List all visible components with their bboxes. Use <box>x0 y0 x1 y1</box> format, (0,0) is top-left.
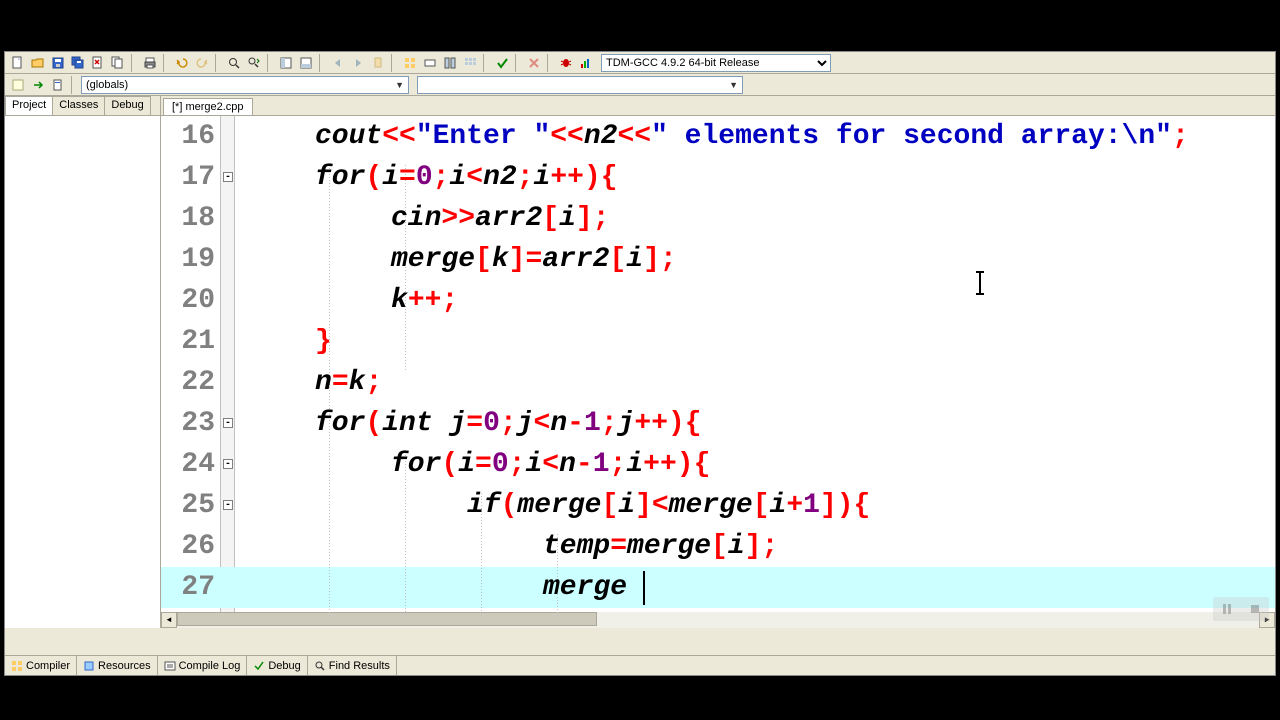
status-bar: Compiler Resources Compile Log Debug Fin… <box>5 655 1275 675</box>
code-content: temp=merge[i]; <box>221 531 778 562</box>
find-button[interactable] <box>225 54 243 72</box>
debug-button[interactable] <box>557 54 575 72</box>
recording-overlay <box>1213 597 1269 621</box>
code-content: for(i=0;i<n-1;i++){ <box>221 449 710 480</box>
status-compiler[interactable]: Compiler <box>5 656 77 675</box>
fold-toggle[interactable]: - <box>223 418 233 428</box>
scrollbar-thumb[interactable] <box>177 612 597 626</box>
function-selector[interactable]: ▼ <box>417 76 743 94</box>
code-line[interactable]: 20k++; <box>161 280 1275 321</box>
undo-button[interactable] <box>173 54 191 72</box>
replace-button[interactable] <box>245 54 263 72</box>
code-content: for(int j=0;j<n-1;j++){ <box>221 408 702 439</box>
tab-classes[interactable]: Classes <box>52 96 105 115</box>
toggle-panel2-button[interactable] <box>297 54 315 72</box>
save-all-button[interactable] <box>69 54 87 72</box>
editor-area: [*] merge2.cpp ◄ ► 16cout<<"Enter "<<n2<… <box>161 96 1275 628</box>
code-line[interactable]: 21} <box>161 321 1275 362</box>
code-line[interactable]: 19merge[k]=arr2[i]; <box>161 239 1275 280</box>
code-content: if(merge[i]<merge[i+1]){ <box>221 490 870 521</box>
new-class-button[interactable] <box>9 76 27 94</box>
status-resources[interactable]: Resources <box>77 656 158 675</box>
goto-button[interactable] <box>401 54 419 72</box>
goto-impl-button[interactable] <box>49 76 67 94</box>
goto-decl-button[interactable] <box>29 76 47 94</box>
code-line[interactable]: 23for(int j=0;j<n-1;j++){ <box>161 403 1275 444</box>
code-content: } <box>221 326 332 357</box>
tab-debug[interactable]: Debug <box>104 96 150 115</box>
line-number: 18 <box>161 203 221 234</box>
code-line[interactable]: 24for(i=0;i<n-1;i++){ <box>161 444 1275 485</box>
line-number: 17 <box>161 162 221 193</box>
line-number: 26 <box>161 531 221 562</box>
status-debug[interactable]: Debug <box>247 656 307 675</box>
code-content: cin>>arr2[i]; <box>221 203 609 234</box>
insert-button[interactable] <box>421 54 439 72</box>
status-find-results[interactable]: Find Results <box>308 656 397 675</box>
code-content: cout<<"Enter "<<n2<<" elements for secon… <box>221 121 1189 152</box>
code-line[interactable]: 18cin>>arr2[i]; <box>161 198 1275 239</box>
code-content: for(i=0;i<n2;i++){ <box>221 162 618 193</box>
code-line[interactable]: 22n=k; <box>161 362 1275 403</box>
profile-button[interactable] <box>577 54 595 72</box>
grid-button[interactable] <box>461 54 479 72</box>
bookmark-button[interactable] <box>369 54 387 72</box>
code-content: n=k; <box>221 367 382 398</box>
line-number: 22 <box>161 367 221 398</box>
close-button[interactable] <box>89 54 107 72</box>
ide-window: TDM-GCC 4.9.2 64-bit Release (globals)▼ … <box>4 51 1276 676</box>
save-button[interactable] <box>49 54 67 72</box>
print-button[interactable] <box>141 54 159 72</box>
fold-toggle[interactable]: - <box>223 459 233 469</box>
line-number: 24 <box>161 449 221 480</box>
nav-back-button[interactable] <box>329 54 347 72</box>
file-tab-merge2[interactable]: [*] merge2.cpp <box>163 98 253 115</box>
fold-toggle[interactable]: - <box>223 500 233 510</box>
code-content: merge <box>221 572 627 603</box>
file-tabs: [*] merge2.cpp <box>161 96 1275 116</box>
line-number: 25 <box>161 490 221 521</box>
toggle-button[interactable] <box>441 54 459 72</box>
fold-toggle[interactable]: - <box>223 172 233 182</box>
toggle-panel1-button[interactable] <box>277 54 295 72</box>
code-content: merge[k]=arr2[i]; <box>221 244 677 275</box>
code-line[interactable]: 16cout<<"Enter "<<n2<<" elements for sec… <box>161 116 1275 157</box>
code-line[interactable]: 26temp=merge[i]; <box>161 526 1275 567</box>
scope-toolbar: (globals)▼ ▼ <box>5 74 1275 96</box>
close-all-button[interactable] <box>109 54 127 72</box>
line-number: 21 <box>161 326 221 357</box>
tab-project[interactable]: Project <box>5 96 53 115</box>
code-line[interactable]: 17for(i=0;i<n2;i++){ <box>161 157 1275 198</box>
code-line[interactable]: 27merge <box>161 567 1275 608</box>
scroll-left-button[interactable]: ◄ <box>161 612 177 628</box>
scope-selector[interactable]: (globals)▼ <box>81 76 409 94</box>
line-number: 19 <box>161 244 221 275</box>
code-line[interactable]: 25if(merge[i]<merge[i+1]){ <box>161 485 1275 526</box>
line-number: 16 <box>161 121 221 152</box>
line-number: 27 <box>161 572 221 603</box>
line-number: 23 <box>161 408 221 439</box>
compile-button[interactable] <box>493 54 511 72</box>
code-content: k++; <box>221 285 458 316</box>
sidebar: Project Classes Debug <box>5 96 161 628</box>
compiler-selector[interactable]: TDM-GCC 4.9.2 64-bit Release <box>601 54 831 72</box>
main-toolbar: TDM-GCC 4.9.2 64-bit Release <box>5 52 1275 74</box>
line-number: 20 <box>161 285 221 316</box>
new-file-button[interactable] <box>9 54 27 72</box>
redo-button[interactable] <box>193 54 211 72</box>
text-caret <box>643 571 645 605</box>
code-editor[interactable]: ◄ ► 16cout<<"Enter "<<n2<<" elements for… <box>161 116 1275 628</box>
main-body: Project Classes Debug [*] merge2.cpp ◄ ► <box>5 96 1275 628</box>
sidebar-tabs: Project Classes Debug <box>5 96 160 116</box>
status-compile-log[interactable]: Compile Log <box>158 656 248 675</box>
cancel-button[interactable] <box>525 54 543 72</box>
open-file-button[interactable] <box>29 54 47 72</box>
nav-forward-button[interactable] <box>349 54 367 72</box>
